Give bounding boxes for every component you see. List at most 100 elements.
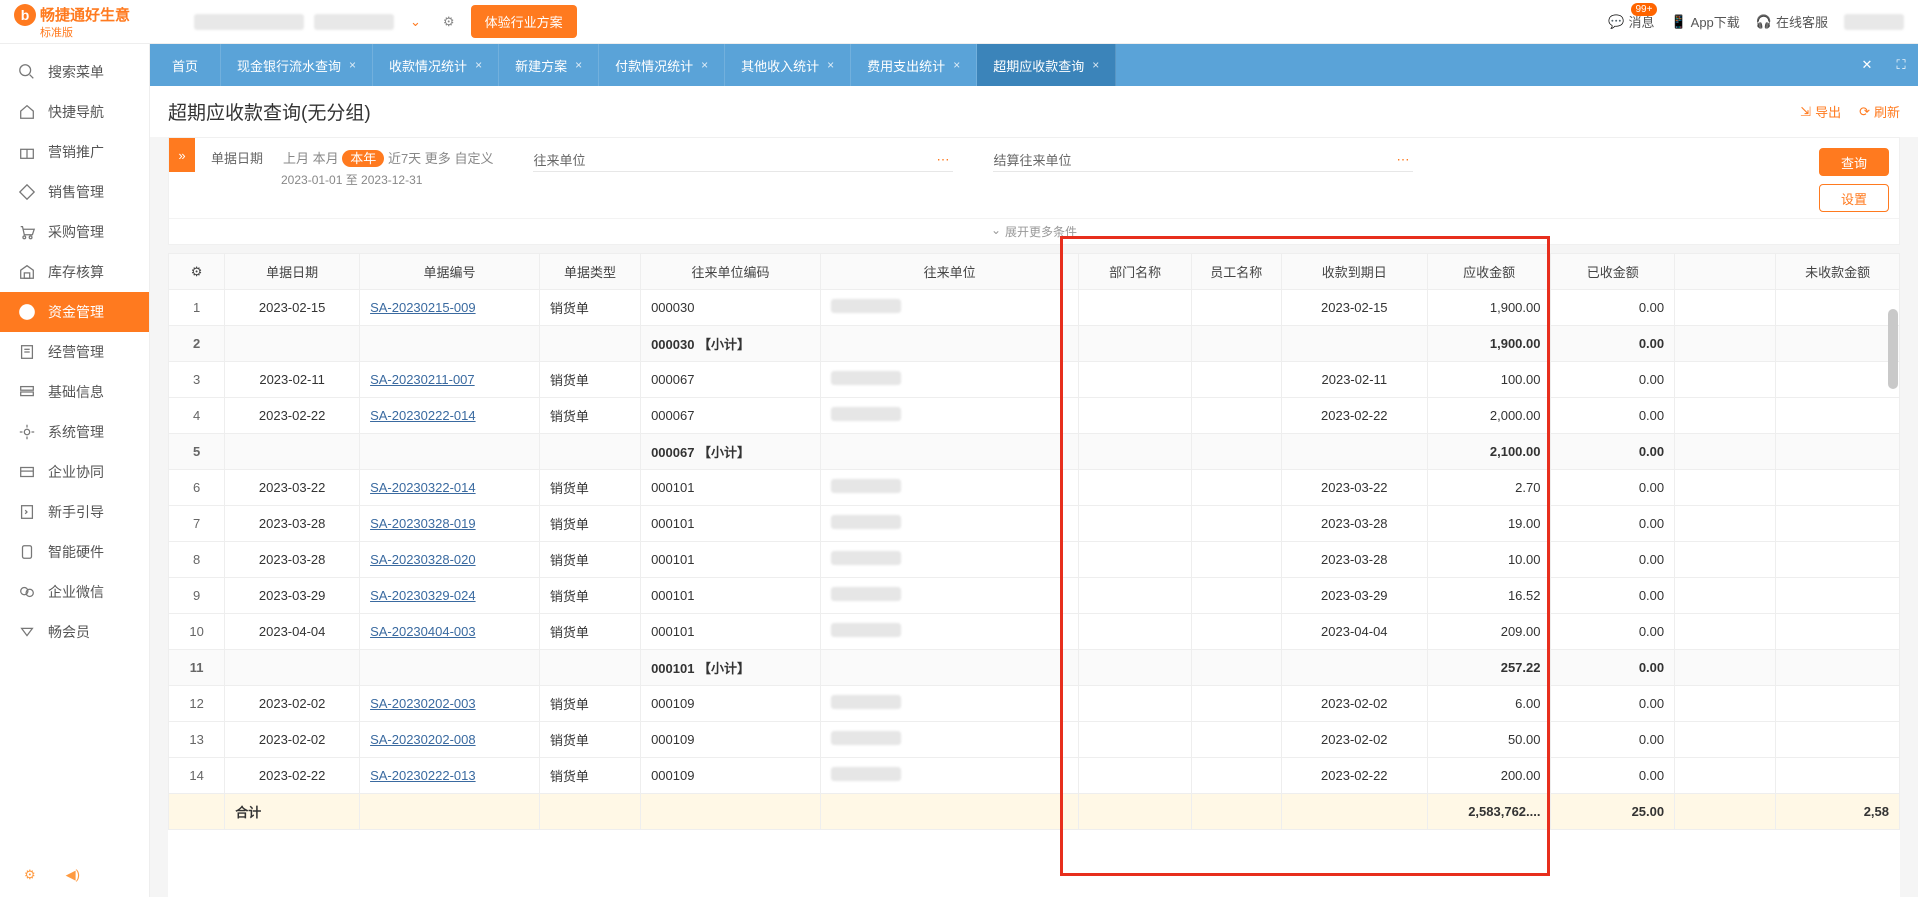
sidebar-item-cart[interactable]: 采购管理 [0,212,149,252]
sidebar-item-label: 畅会员 [48,622,90,642]
sidebar-item-hw[interactable]: 智能硬件 [0,532,149,572]
export-icon: ⇲ [1800,104,1811,120]
sidebar-item-gift[interactable]: 营销推广 [0,132,149,172]
sidebar-item-guide[interactable]: 新手引导 [0,492,149,532]
tab-close-icon[interactable]: × [827,58,834,72]
filter-collapse-button[interactable]: » [169,138,195,172]
settings-gear-icon[interactable]: ⚙ [443,14,455,30]
tab-close-icon[interactable]: × [701,58,708,72]
date-chip-近7天[interactable]: 近7天 [388,151,421,166]
tab-费用支出统计[interactable]: 费用支出统计× [851,44,977,86]
date-chip-本月[interactable]: 本月 [313,151,339,166]
doc-link[interactable]: SA-20230328-019 [370,516,476,531]
col-header: 员工名称 [1191,254,1281,290]
tab-label: 付款情况统计 [615,56,693,75]
sidebar-item-collab[interactable]: 企业协同 [0,452,149,492]
table-row[interactable]: 122023-02-02SA-20230202-003销货单0001092023… [169,686,1900,722]
sys-icon [18,423,36,441]
sidebar-settings-icon[interactable]: ⚙ [24,867,36,883]
refresh-button[interactable]: ⟳刷新 [1859,102,1900,121]
tab-其他收入统计[interactable]: 其他收入统计× [725,44,851,86]
doc-link[interactable]: SA-20230222-013 [370,768,476,783]
tab-label: 超期应收款查询 [993,56,1084,75]
tab-首页[interactable]: 首页 [150,44,221,86]
doc-link[interactable]: SA-20230222-014 [370,408,476,423]
sidebar-item-warehouse[interactable]: 库存核算 [0,252,149,292]
table-row[interactable]: 92023-03-29SA-20230329-024销货单0001012023-… [169,578,1900,614]
doc-link[interactable]: SA-20230322-014 [370,480,476,495]
table-row[interactable]: 82023-03-28SA-20230328-020销货单0001012023-… [169,542,1900,578]
sidebar-item-stack[interactable]: 基础信息 [0,372,149,412]
col-header: 单据编号 [360,254,540,290]
messages-button[interactable]: 💬 消息 99+ [1608,12,1654,31]
tabs-expand-button[interactable]: ⛶ [1884,44,1918,86]
table-row[interactable]: 142023-02-22SA-20230222-013销货单0001092023… [169,758,1900,794]
doc-link[interactable]: SA-20230202-003 [370,696,476,711]
tab-close-icon[interactable]: × [953,58,960,72]
scrollbar[interactable] [1888,309,1898,389]
sidebar-item-sys[interactable]: 系统管理 [0,412,149,452]
doc-link[interactable]: SA-20230202-008 [370,732,476,747]
sidebar-item-label: 系统管理 [48,422,104,442]
tabs-close-button[interactable]: ✕ [1850,44,1884,86]
doc-link[interactable]: SA-20230215-009 [370,300,476,315]
tab-付款情况统计[interactable]: 付款情况统计 × [599,44,725,86]
unit-input[interactable] [595,148,932,171]
table-row[interactable]: 2000030 【小计】1,900.000.00 [169,326,1900,362]
message-icon: 💬 [1608,14,1624,30]
tab-close-icon[interactable]: × [349,58,356,72]
tab-新建方案[interactable]: 新建方案× [499,44,599,86]
tab-close-icon[interactable]: × [475,58,482,72]
query-button[interactable]: 查询 [1819,148,1889,176]
user-blurred[interactable] [1844,14,1904,30]
table-row[interactable]: 132023-02-02SA-20230202-008销货单0001092023… [169,722,1900,758]
expand-filters-button[interactable]: ⌄ 展开更多条件 [169,218,1899,244]
experience-plan-button[interactable]: 体验行业方案 [471,5,577,38]
table-row[interactable]: 12023-02-15SA-20230215-009销货单0000302023-… [169,290,1900,326]
date-chip-更多[interactable]: 更多 [425,151,451,166]
tab-收款情况统计[interactable]: 收款情况统计 × [373,44,499,86]
tab-close-icon[interactable]: × [575,58,582,72]
doc-link[interactable]: SA-20230328-020 [370,552,476,567]
sidebar-item-search[interactable]: 搜索菜单 [0,52,149,92]
tab-现金银行流水查询[interactable]: 现金银行流水查询× [221,44,373,86]
table-row[interactable]: 11000101 【小计】257.220.00 [169,650,1900,686]
doc-link[interactable]: SA-20230329-024 [370,588,476,603]
wechat-icon [18,583,36,601]
unit-picker-icon[interactable]: ⋯ [932,152,953,168]
sidebar-item-home[interactable]: 快捷导航 [0,92,149,132]
tab-label: 收款情况统计 [389,56,467,75]
date-chip-自定义[interactable]: 自定义 [454,151,493,166]
doc-link[interactable]: SA-20230211-007 [370,372,475,387]
table-row[interactable]: 32023-02-11SA-20230211-007销货单0000672023-… [169,362,1900,398]
online-support-button[interactable]: 🎧 在线客服 [1756,12,1828,31]
table-row[interactable]: 5000067 【小计】2,100.000.00 [169,434,1900,470]
filter-settings-button[interactable]: 设置 [1819,184,1889,212]
sidebar-item-label: 库存核算 [48,262,104,282]
table-settings-icon[interactable]: ⚙ [191,264,203,279]
table-row[interactable]: 102023-04-04SA-20230404-003销货单0001012023… [169,614,1900,650]
unit-blurred [831,407,901,421]
sidebar-item-diamond[interactable]: 销售管理 [0,172,149,212]
sidebar-item-money[interactable]: ¥资金管理 [0,292,149,332]
sidebar-item-vip[interactable]: 畅会员 [0,612,149,652]
doc-icon [18,343,36,361]
table-row[interactable]: 62023-03-22SA-20230322-014销货单0001012023-… [169,470,1900,506]
tab-close-icon[interactable]: × [1092,58,1099,72]
doc-link[interactable]: SA-20230404-003 [370,624,476,639]
expand-label: 展开更多条件 [1005,223,1077,240]
date-chip-本年[interactable]: 本年 [342,150,384,167]
settle-picker-icon[interactable]: ⋯ [1392,152,1413,168]
org-switch-chevron-icon[interactable]: ⌄ [410,14,421,30]
sidebar-item-wechat[interactable]: 企业微信 [0,572,149,612]
date-chip-上月[interactable]: 上月 [283,151,309,166]
app-download-button[interactable]: 📱 App下载 [1670,12,1739,31]
export-button[interactable]: ⇲导出 [1800,102,1841,121]
settle-unit-input[interactable] [1081,148,1392,171]
support-label: 在线客服 [1776,12,1828,31]
tab-超期应收款查询[interactable]: 超期应收款查询 × [977,44,1116,86]
table-row[interactable]: 72023-03-28SA-20230328-019销货单0001012023-… [169,506,1900,542]
table-row[interactable]: 42023-02-22SA-20230222-014销货单0000672023-… [169,398,1900,434]
sidebar-item-doc[interactable]: 经营管理 [0,332,149,372]
sidebar-collapse-icon[interactable]: ◀) [66,867,80,883]
